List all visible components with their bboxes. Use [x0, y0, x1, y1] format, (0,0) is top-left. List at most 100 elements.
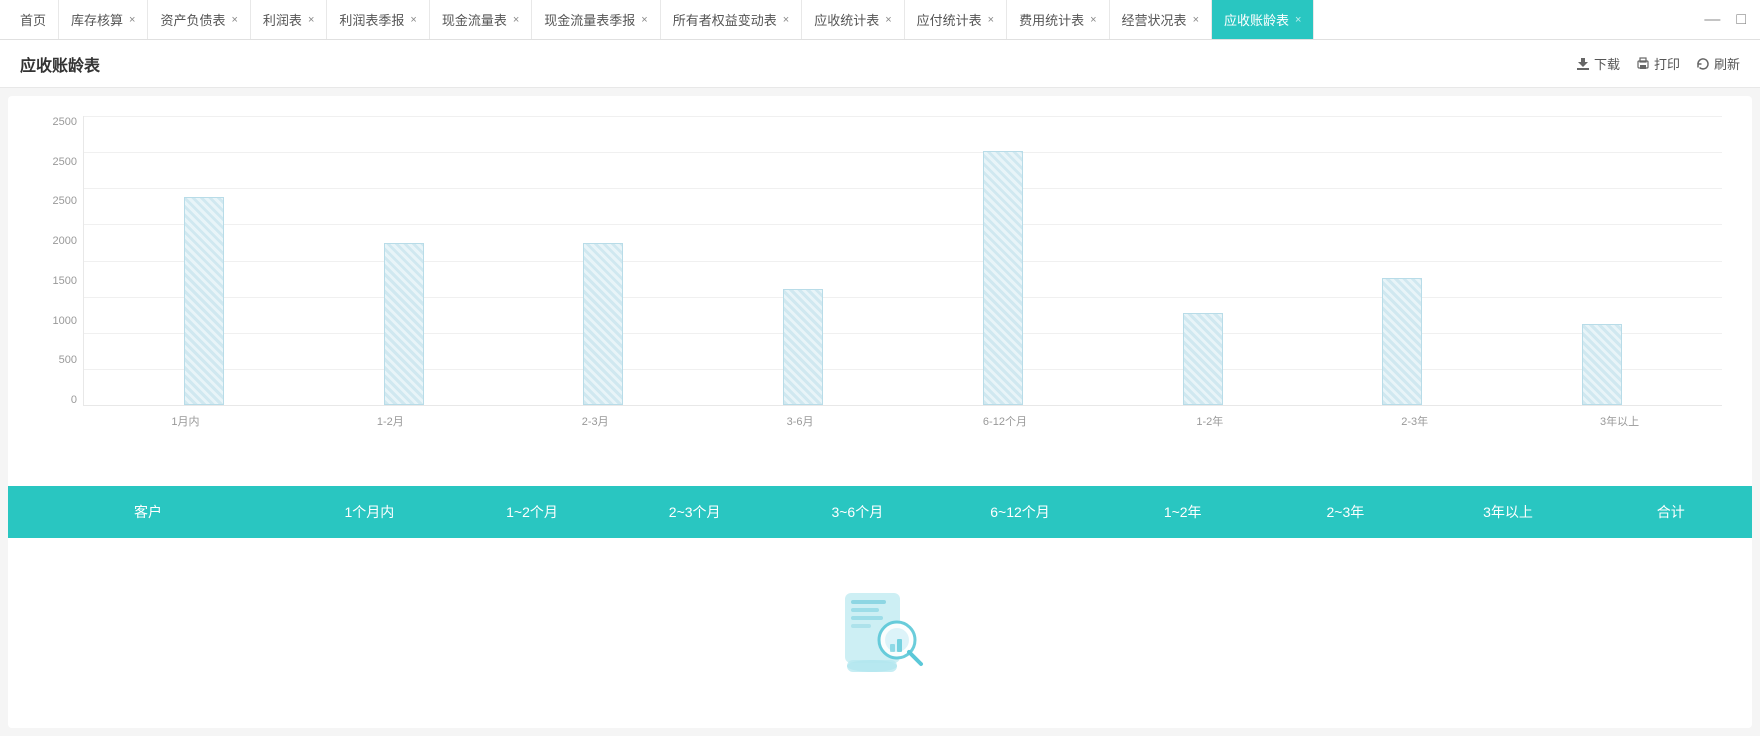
bar-group-1month: [104, 116, 304, 405]
tab-cash-flow-quarterly-label: 现金流量表季报: [544, 10, 635, 29]
tab-ar-aging[interactable]: 应收账龄表 ×: [1212, 0, 1314, 40]
chart-area: 2500 2500 2500 2000 1500 1000 500 0: [8, 96, 1752, 486]
refresh-label: 刷新: [1714, 54, 1740, 73]
bar-2-3year: [1382, 278, 1422, 405]
th-1-2year: 1~2年: [1101, 502, 1264, 522]
y-label-2500-3: 2500: [53, 195, 77, 207]
tab-ap-stats[interactable]: 应付统计表 ×: [905, 0, 1007, 40]
tab-ops-status-close[interactable]: ×: [1193, 14, 1199, 26]
x-label-1-2year: 1-2年: [1107, 406, 1312, 436]
y-label-2500-2: 2500: [53, 156, 77, 168]
refresh-button[interactable]: 刷新: [1696, 54, 1740, 73]
header-actions: 下载 打印 刷新: [1576, 54, 1740, 73]
x-label-3plus-year: 3年以上: [1517, 406, 1722, 436]
x-label-1-2month: 1-2月: [288, 406, 493, 436]
maximize-icon[interactable]: □: [1730, 7, 1752, 33]
tab-expense-stats-label: 费用统计表: [1019, 10, 1084, 29]
tab-income-quarterly-label: 利润表季报: [339, 10, 404, 29]
x-label-6-12month: 6-12个月: [903, 406, 1108, 436]
empty-state: [8, 538, 1752, 728]
y-label-2000: 2000: [53, 235, 77, 247]
tab-ar-stats-label: 应收统计表: [814, 10, 879, 29]
tab-inventory-label: 库存核算: [71, 10, 123, 29]
tab-cash-flow-close[interactable]: ×: [513, 14, 519, 26]
tab-balance-sheet[interactable]: 资产负债表 ×: [148, 0, 250, 40]
tab-equity-changes[interactable]: 所有者权益变动表 ×: [661, 0, 802, 40]
chart-container: 2500 2500 2500 2000 1500 1000 500 0: [38, 116, 1722, 436]
bar-3plus-year: [1582, 324, 1622, 405]
print-icon: [1636, 57, 1650, 71]
tab-expense-stats-close[interactable]: ×: [1090, 14, 1096, 26]
y-label-0: 0: [71, 394, 77, 406]
bar-group-3-6month: [703, 116, 903, 405]
bar-1-2month: [384, 243, 424, 405]
th-2-3month: 2~3个月: [613, 502, 776, 522]
download-icon: [1576, 57, 1590, 71]
bar-3-6month: [783, 289, 823, 405]
th-2-3year: 2~3年: [1264, 502, 1427, 522]
tab-income-quarterly[interactable]: 利润表季报 ×: [327, 0, 429, 40]
th-total: 合计: [1589, 502, 1752, 522]
tab-cash-flow-quarterly[interactable]: 现金流量表季报 ×: [532, 0, 660, 40]
bar-group-2-3month: [504, 116, 704, 405]
th-1month: 1个月内: [288, 502, 451, 522]
y-label-1000: 1000: [53, 315, 77, 327]
tab-cash-flow-quarterly-close[interactable]: ×: [641, 14, 647, 26]
y-label-2500-top: 2500: [53, 116, 77, 128]
tab-bar: 首页 库存核算 × 资产负债表 × 利润表 × 利润表季报 × 现金流量表 × …: [0, 0, 1760, 40]
page-title: 应收账龄表: [20, 52, 100, 76]
empty-state-icon: [825, 578, 935, 688]
tab-income-close[interactable]: ×: [308, 14, 314, 26]
tab-expense-stats[interactable]: 费用统计表 ×: [1007, 0, 1109, 40]
tab-balance-sheet-label: 资产负债表: [160, 10, 225, 29]
tab-home-label: 首页: [20, 10, 46, 29]
bar-2-3month: [583, 243, 623, 405]
tab-bar-actions: — □: [1698, 7, 1752, 33]
x-label-2-3month: 2-3月: [493, 406, 698, 436]
bar-group-1-2month: [304, 116, 504, 405]
y-axis: 2500 2500 2500 2000 1500 1000 500 0: [38, 116, 83, 406]
tab-ar-aging-label: 应收账龄表: [1224, 10, 1289, 29]
bar-group-1-2year: [1103, 116, 1303, 405]
tab-scroll: 首页 库存核算 × 资产负债表 × 利润表 × 利润表季报 × 现金流量表 × …: [8, 0, 1698, 40]
tab-ap-stats-label: 应付统计表: [917, 10, 982, 29]
tab-income-label: 利润表: [263, 10, 302, 29]
print-label: 打印: [1654, 54, 1680, 73]
th-6-12month: 6~12个月: [939, 502, 1102, 522]
bar-1-2year: [1183, 313, 1223, 405]
bar-group-2-3year: [1303, 116, 1503, 405]
minimize-icon[interactable]: —: [1698, 7, 1726, 33]
tab-inventory-close[interactable]: ×: [129, 14, 135, 26]
y-label-1500: 1500: [53, 275, 77, 287]
th-3-6month: 3~6个月: [776, 502, 939, 522]
tab-equity-changes-label: 所有者权益变动表: [673, 10, 777, 29]
table-header: 客户 1个月内 1~2个月 2~3个月 3~6个月 6~12个月 1~2年 2~…: [8, 486, 1752, 538]
print-button[interactable]: 打印: [1636, 54, 1680, 73]
bars-group: [84, 116, 1722, 405]
th-1-2month: 1~2个月: [451, 502, 614, 522]
refresh-icon: [1696, 57, 1710, 71]
tab-ar-stats[interactable]: 应收统计表 ×: [802, 0, 904, 40]
tab-ops-status[interactable]: 经营状况表 ×: [1110, 0, 1212, 40]
tab-home[interactable]: 首页: [8, 0, 59, 40]
x-label-2-3year: 2-3年: [1312, 406, 1517, 436]
tab-ar-stats-close[interactable]: ×: [885, 14, 891, 26]
x-label-1month: 1月内: [83, 406, 288, 436]
main-content: 2500 2500 2500 2000 1500 1000 500 0: [8, 96, 1752, 728]
th-3plus-year: 3年以上: [1427, 502, 1590, 522]
page-header: 应收账龄表 下载 打印 刷新: [0, 40, 1760, 88]
tab-income[interactable]: 利润表 ×: [251, 0, 327, 40]
tab-ap-stats-close[interactable]: ×: [988, 14, 994, 26]
tab-ops-status-label: 经营状况表: [1122, 10, 1187, 29]
tab-inventory[interactable]: 库存核算 ×: [59, 0, 148, 40]
y-label-500: 500: [59, 354, 77, 366]
x-axis: 1月内 1-2月 2-3月 3-6月 6-12个月 1-2年 2-3年 3年以上: [83, 406, 1722, 436]
tab-ar-aging-close[interactable]: ×: [1295, 14, 1301, 26]
th-customer: 客户: [8, 502, 288, 522]
tab-equity-changes-close[interactable]: ×: [783, 14, 789, 26]
tab-cash-flow[interactable]: 现金流量表 ×: [430, 0, 532, 40]
tab-income-quarterly-close[interactable]: ×: [410, 14, 416, 26]
chart-plot: [83, 116, 1722, 406]
tab-balance-sheet-close[interactable]: ×: [231, 14, 237, 26]
download-button[interactable]: 下载: [1576, 54, 1620, 73]
